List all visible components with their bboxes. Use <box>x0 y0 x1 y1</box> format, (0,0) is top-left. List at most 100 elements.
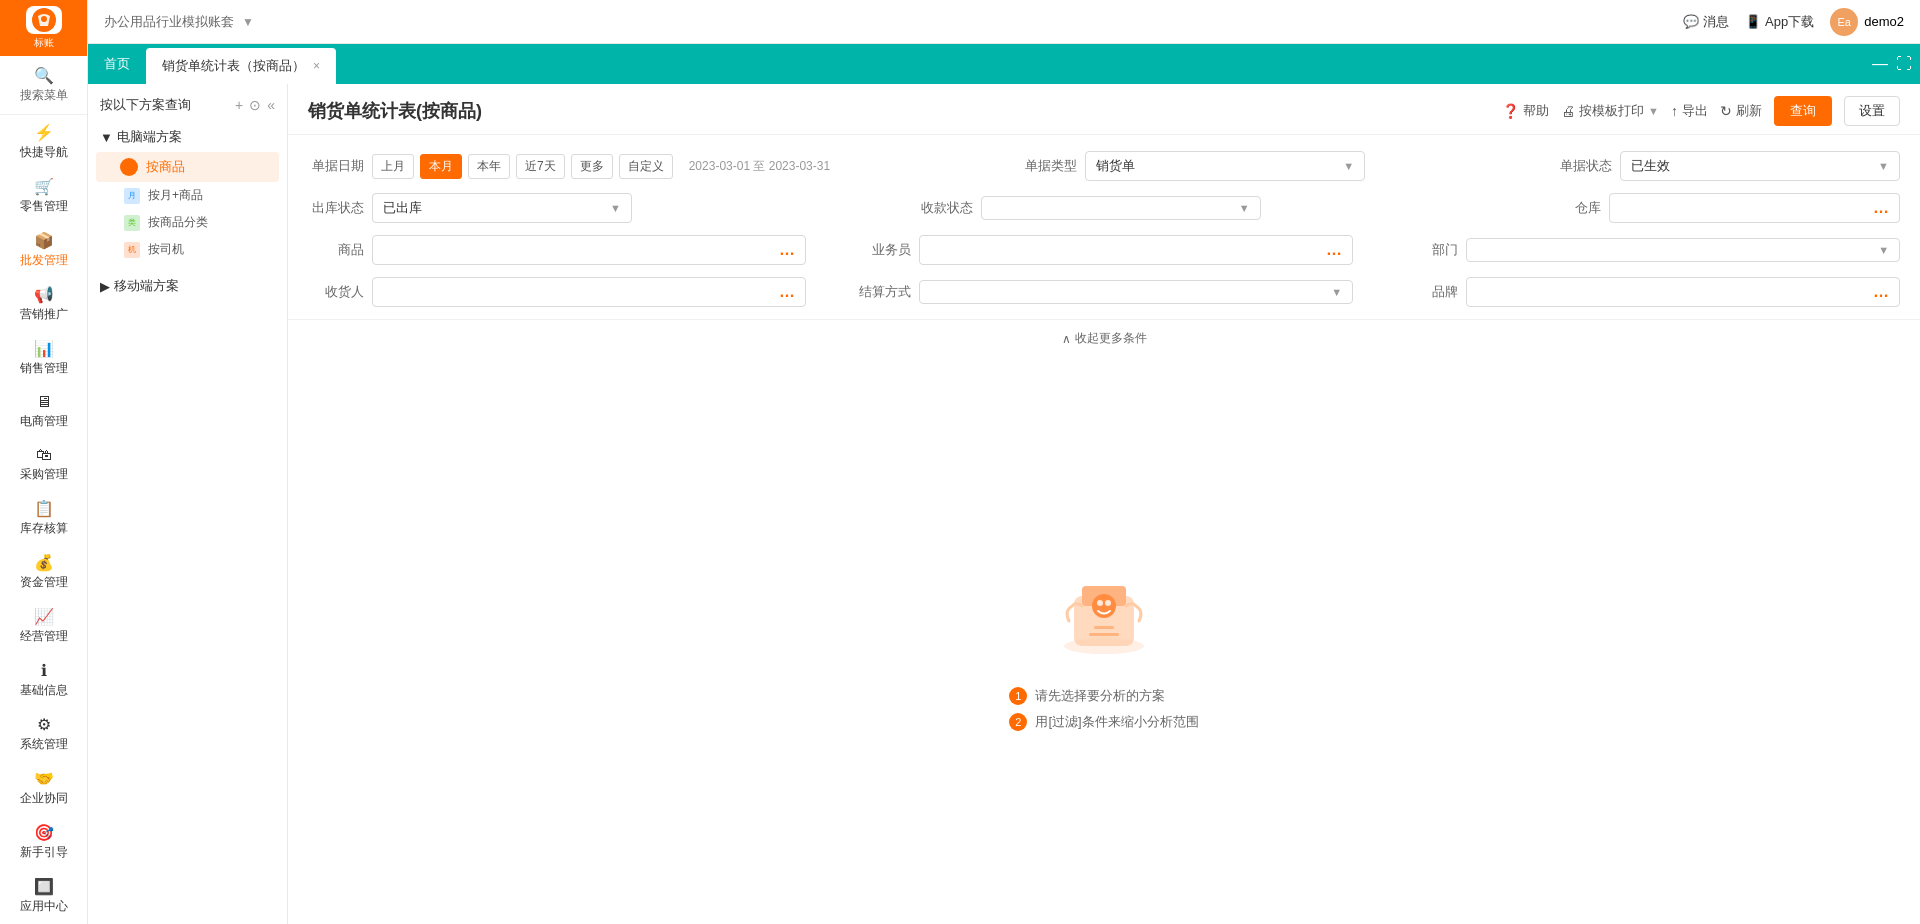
page-title: 销货单统计表(按商品) <box>308 99 482 123</box>
tabs-controls: — ⛶ <box>1872 55 1920 73</box>
empty-tip-1: 1 请先选择要分析的方案 <box>1009 687 1198 705</box>
salesperson-input-area[interactable]: … <box>919 235 1353 265</box>
warehouse-status-value: 已出库 <box>383 199 422 217</box>
order-status-select[interactable]: 已生效 ▼ <box>1620 151 1900 181</box>
sidebar-item-ecommerce[interactable]: 🖥 电商管理 <box>0 385 87 438</box>
payment-status-select[interactable]: ▼ <box>981 196 1261 220</box>
order-type-select[interactable]: 销货单 ▼ <box>1085 151 1365 181</box>
settings-button[interactable]: 设置 <box>1844 96 1900 126</box>
sidebar-item-collab[interactable]: 🤝 企业协同 <box>0 761 87 815</box>
inventory-icon: 📋 <box>0 499 87 518</box>
sidebar-item-sales[interactable]: 📊 销售管理 <box>0 331 87 385</box>
scheme-item-by-product[interactable]: 按商品 <box>96 152 279 182</box>
message-button[interactable]: 💬 消息 <box>1683 13 1729 31</box>
sub-icon-month: 月 <box>124 188 140 204</box>
order-status-value: 已生效 <box>1631 157 1670 175</box>
date-this-month-btn[interactable]: 本月 <box>420 154 462 179</box>
tab-active[interactable]: 销货单统计表（按商品） × <box>146 48 336 84</box>
mobile-scheme-header[interactable]: ▶ 移动端方案 <box>96 271 279 301</box>
department-label: 部门 <box>1402 241 1458 259</box>
settings-scheme-button[interactable]: ⊙ <box>249 97 261 113</box>
order-status-arrow: ▼ <box>1878 160 1889 172</box>
warehouse-status-select[interactable]: 已出库 ▼ <box>372 193 632 223</box>
sidebar-item-system[interactable]: ⚙ 系统管理 <box>0 707 87 761</box>
warehouse-input-area[interactable]: … <box>1609 193 1900 223</box>
user-profile[interactable]: Ea demo2 <box>1830 8 1904 36</box>
help-button[interactable]: ❓ 帮助 <box>1502 102 1549 120</box>
maximize-icon: ⛶ <box>1896 55 1912 73</box>
sidebar-item-purchase[interactable]: 🛍 采购管理 <box>0 438 87 491</box>
export-button[interactable]: ↑ 导出 <box>1671 102 1708 120</box>
tabs-bar: 首页 销货单统计表（按商品） × — ⛶ <box>88 44 1920 84</box>
sidebar-item-marketing[interactable]: 📢 营销推广 <box>0 277 87 331</box>
query-button[interactable]: 查询 <box>1774 96 1832 126</box>
refresh-button[interactable]: ↻ 刷新 <box>1720 102 1762 120</box>
left-panel: 按以下方案查询 + ⊙ « ▼ 电脑端方案 按商品 月 按 <box>88 84 288 924</box>
sidebar-item-wholesale[interactable]: 📦 批发管理 <box>0 223 87 277</box>
sidebar-item-operations[interactable]: 📈 经营管理 <box>0 599 87 653</box>
salesperson-dots[interactable]: … <box>1326 241 1342 259</box>
date-custom-btn[interactable]: 自定义 <box>619 154 673 179</box>
order-type-label: 单据类型 <box>1021 157 1077 175</box>
sidebar-item-beginner[interactable]: 🎯 新手引导 <box>0 815 87 869</box>
sales-icon: 📊 <box>0 339 87 358</box>
date-last7-btn[interactable]: 近7天 <box>516 154 565 179</box>
collapse-button[interactable]: ∧ 收起更多条件 <box>288 324 1920 353</box>
sidebar-search[interactable]: 🔍 搜索菜单 <box>0 56 87 115</box>
tab-minimize-button[interactable]: — <box>1872 55 1888 73</box>
breadcrumb-dropdown-icon[interactable]: ▼ <box>242 15 254 29</box>
settlement-input-area[interactable]: ▼ <box>919 280 1353 304</box>
left-panel-actions: + ⊙ « <box>235 97 275 113</box>
tab-maximize-button[interactable]: ⛶ <box>1896 55 1912 73</box>
search-icon: 🔍 <box>0 66 87 85</box>
print-label: 按模板打印 <box>1579 102 1644 120</box>
app-download-button[interactable]: 📱 App下载 <box>1745 13 1814 31</box>
collapse-panel-button[interactable]: « <box>267 97 275 113</box>
filter-area: 单据日期 上月 本月 本年 近7天 更多 自定义 2023-03-01 至 20… <box>288 135 1920 357</box>
date-more-btn[interactable]: 更多 <box>571 154 613 179</box>
brand-input-area[interactable]: … <box>1466 277 1900 307</box>
svg-point-7 <box>1105 600 1111 606</box>
filter-row-3: 商品 … 业务员 … 部门 ▼ <box>308 235 1900 265</box>
message-icon: 💬 <box>1683 14 1699 29</box>
sidebar-item-app-center[interactable]: 🔲 应用中心 <box>0 869 87 923</box>
operations-icon: 📈 <box>0 607 87 626</box>
scheme-item-by-category[interactable]: 类 按商品分类 <box>96 209 279 236</box>
warehouse-dots[interactable]: … <box>1873 199 1889 217</box>
receiver-dots[interactable]: … <box>779 283 795 301</box>
page-header: 销货单统计表(按商品) ❓ 帮助 🖨 按模板打印 ▼ ↑ 导出 <box>288 84 1920 135</box>
receiver-label: 收货人 <box>308 283 364 301</box>
empty-state: 1 请先选择要分析的方案 2 用[过滤]条件来缩小分析范围 <box>288 357 1920 924</box>
scheme-item-by-driver[interactable]: 机 按司机 <box>96 236 279 263</box>
sidebar-item-quick-nav[interactable]: ⚡ 快捷导航 <box>0 115 87 169</box>
product-input-area[interactable]: … <box>372 235 806 265</box>
main-area: 办公用品行业模拟账套 ▼ 💬 消息 📱 App下载 Ea demo2 首页 <box>88 0 1920 924</box>
retail-icon: 🛒 <box>0 177 87 196</box>
desktop-scheme-header[interactable]: ▼ 电脑端方案 <box>96 122 279 152</box>
product-dots[interactable]: … <box>779 241 795 259</box>
date-this-year-btn[interactable]: 本年 <box>468 154 510 179</box>
sidebar-item-finance[interactable]: 💰 资金管理 <box>0 545 87 599</box>
sidebar-item-label-appcenter: 应用中心 <box>0 898 87 915</box>
sidebar-item-label-marketing: 营销推广 <box>0 306 87 323</box>
sidebar-item-label-retail: 零售管理 <box>0 198 87 215</box>
sidebar-item-label: 快捷导航 <box>0 144 87 161</box>
mobile-scheme-group: ▶ 移动端方案 <box>88 271 287 301</box>
marketing-icon: 📢 <box>0 285 87 304</box>
sidebar-item-retail[interactable]: 🛒 零售管理 <box>0 169 87 223</box>
date-last-month-btn[interactable]: 上月 <box>372 154 414 179</box>
scheme-item-by-month-product[interactable]: 月 按月+商品 <box>96 182 279 209</box>
scheme-item-label-4: 按司机 <box>148 241 184 258</box>
print-button[interactable]: 🖨 按模板打印 ▼ <box>1561 102 1659 120</box>
tab-close-icon[interactable]: × <box>313 59 320 73</box>
department-input-area[interactable]: ▼ <box>1466 238 1900 262</box>
tab-home[interactable]: 首页 <box>88 44 146 84</box>
sidebar-item-label-ecommerce: 电商管理 <box>0 413 87 430</box>
brand-dots[interactable]: … <box>1873 283 1889 301</box>
sidebar-item-basic-info[interactable]: ℹ 基础信息 <box>0 653 87 707</box>
warehouse-status-arrow: ▼ <box>610 202 621 214</box>
receiver-input-area[interactable]: … <box>372 277 806 307</box>
sidebar-item-inventory[interactable]: 📋 库存核算 <box>0 491 87 545</box>
add-scheme-button[interactable]: + <box>235 97 243 113</box>
breadcrumb: 办公用品行业模拟账套 <box>104 13 234 31</box>
